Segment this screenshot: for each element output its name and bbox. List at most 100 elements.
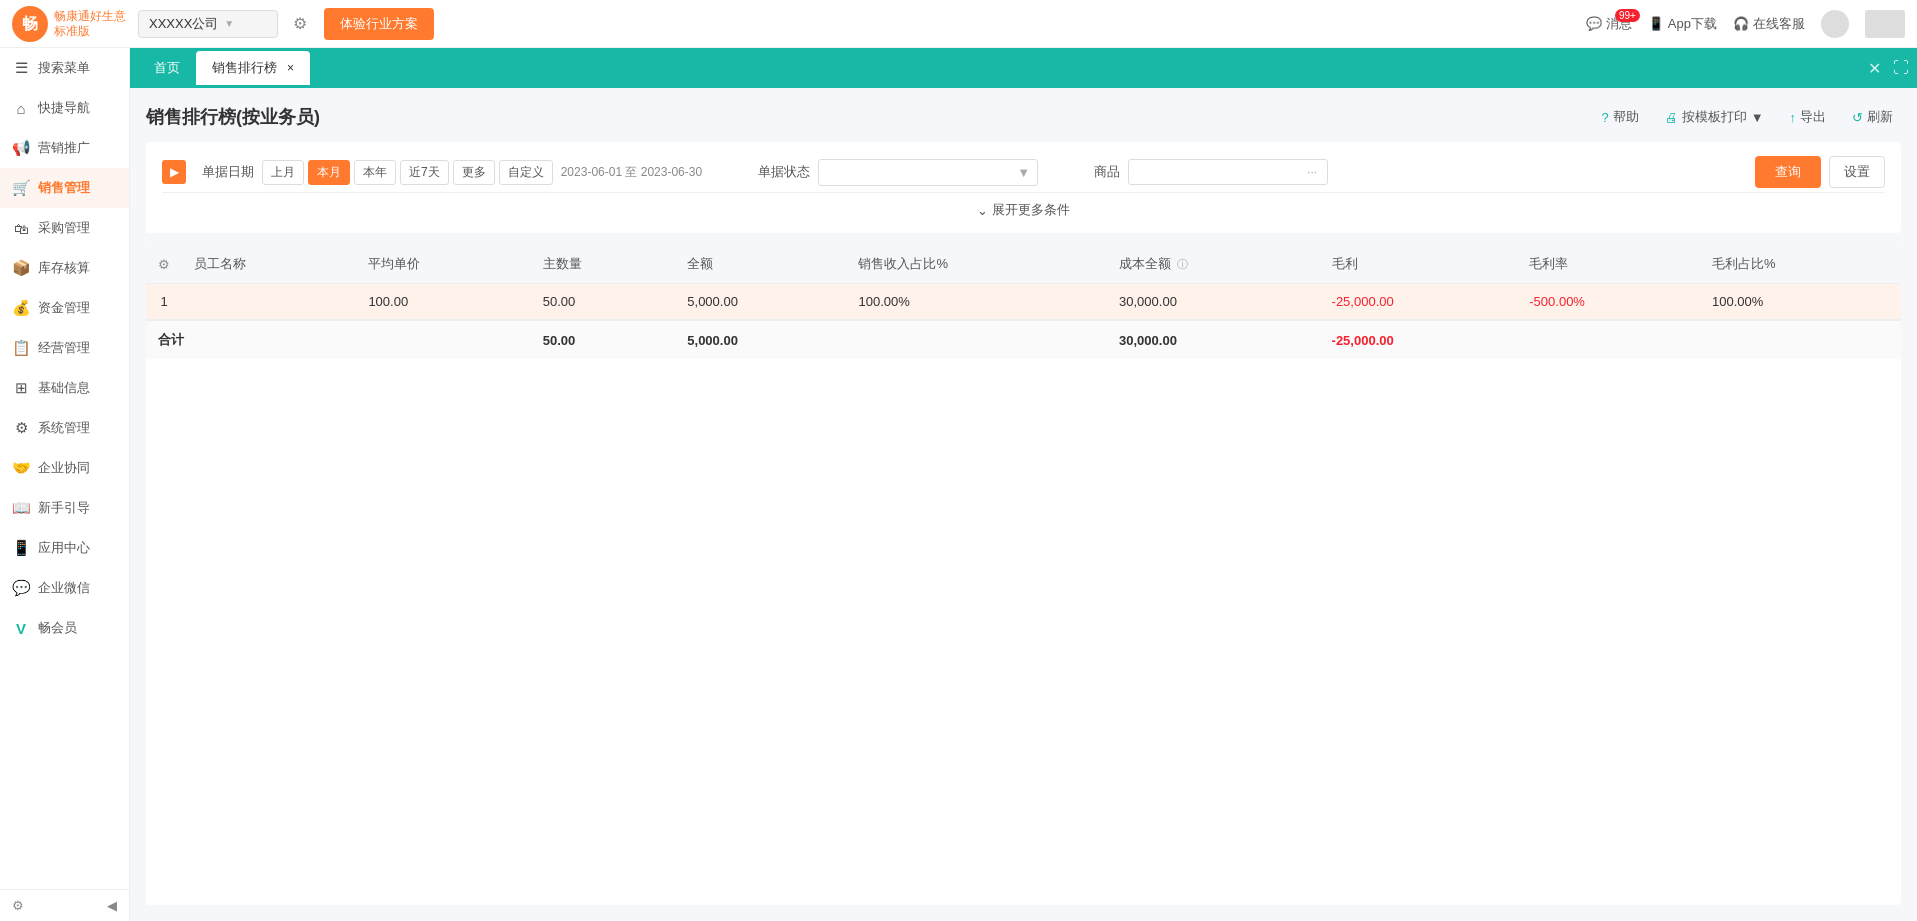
- cell-cost-amount: 30,000.00: [1107, 284, 1320, 321]
- cell-employee: [182, 284, 356, 321]
- sidebar-item-finance[interactable]: 💰 资金管理: [0, 288, 129, 328]
- sidebar-item-basic-info[interactable]: ⊞ 基础信息: [0, 368, 129, 408]
- tab-maximize-icon[interactable]: ⛶: [1893, 59, 1909, 77]
- date-buttons: 上月 本月 本年 近7天 更多 自定义: [262, 160, 553, 185]
- online-service-button[interactable]: 🎧 在线客服: [1733, 15, 1805, 33]
- goods-filter-label: 商品: [1094, 163, 1120, 181]
- sidebar-settings-icon[interactable]: ⚙: [12, 898, 24, 913]
- top-right-actions: 💬 消息 99+ 📱 App下载 🎧 在线客服: [1586, 10, 1905, 38]
- export-button[interactable]: ↑ 导出: [1782, 104, 1835, 130]
- headset-icon: 🎧: [1733, 16, 1749, 31]
- page-header-actions: ? 帮助 🖨 按模板打印 ▼ ↑ 导出 ↺: [1593, 104, 1901, 130]
- sidebar-item-sales[interactable]: 🛒 销售管理: [0, 168, 129, 208]
- sidebar-item-purchase[interactable]: 🛍 采购管理: [0, 208, 129, 248]
- user-name-area: [1865, 10, 1905, 38]
- message-button[interactable]: 💬 消息 99+: [1586, 15, 1632, 33]
- vip-icon: V: [12, 620, 30, 637]
- sidebar-collapse-icon[interactable]: ◀: [107, 898, 117, 913]
- tab-close-icon[interactable]: ×: [287, 61, 294, 75]
- sidebar-item-quicknav[interactable]: ⌂ 快捷导航: [0, 88, 129, 128]
- footer-amount: 5,000.00: [675, 320, 846, 359]
- sales-icon: 🛒: [12, 179, 30, 197]
- chevron-down-icon: ⌄: [977, 203, 988, 218]
- footer-gross-pct: [1700, 320, 1901, 359]
- expand-more-row[interactable]: ⌄ 展开更多条件: [162, 192, 1885, 219]
- page-body: 销售排行榜(按业务员) ? 帮助 🖨 按模板打印 ▼ ↑: [130, 88, 1917, 921]
- main-area: ☰ 搜索菜单 ⌂ 快捷导航 📢 营销推广 🛒 销售管理 🛍 采购管理 📦 库: [0, 48, 1917, 921]
- sidebar-item-vip[interactable]: V 畅会员: [0, 608, 129, 648]
- filter-status: 单据状态 ▼: [758, 159, 1038, 186]
- col-sales-pct: 销售收入占比%: [846, 245, 1107, 284]
- col-settings-icon[interactable]: ⚙: [146, 245, 182, 284]
- page-header: 销售排行榜(按业务员) ? 帮助 🖨 按模板打印 ▼ ↑: [146, 104, 1901, 130]
- inventory-icon: 📦: [12, 259, 30, 277]
- filter-row-1: ▶ 单据日期 上月 本月 本年 近7天 更多 自定义: [162, 156, 1885, 188]
- tab-close-window-icon[interactable]: ✕: [1868, 59, 1881, 78]
- table-footer-row: 合计 50.00 5,000.00 30,000.00 -25,000.00: [146, 320, 1901, 359]
- cost-info-icon[interactable]: ⓘ: [1177, 258, 1188, 270]
- sidebar-item-enterprise[interactable]: 🤝 企业协同: [0, 448, 129, 488]
- guide-icon: 📖: [12, 499, 30, 517]
- sidebar-item-inventory[interactable]: 📦 库存核算: [0, 248, 129, 288]
- operations-icon: 📋: [12, 339, 30, 357]
- cell-gross-pct: 100.00%: [1700, 284, 1901, 321]
- sidebar: ☰ 搜索菜单 ⌂ 快捷导航 📢 营销推广 🛒 销售管理 🛍 采购管理 📦 库: [0, 48, 130, 921]
- status-select[interactable]: [818, 159, 1038, 186]
- col-gross-pct: 毛利占比%: [1700, 245, 1901, 284]
- footer-label: 合计: [146, 320, 356, 359]
- wechat-icon: 💬: [12, 579, 30, 597]
- trial-button[interactable]: 体验行业方案: [324, 8, 434, 40]
- table-row: 1 100.00 50.00 5,000.00 100.00% 30,000.0…: [146, 284, 1901, 321]
- sidebar-item-wechat[interactable]: 💬 企业微信: [0, 568, 129, 608]
- date-btn-more[interactable]: 更多: [453, 160, 495, 185]
- system-icon: ⚙: [12, 419, 30, 437]
- date-btn-this-year[interactable]: 本年: [354, 160, 396, 185]
- date-btn-7days[interactable]: 近7天: [400, 160, 449, 185]
- date-btn-custom[interactable]: 自定义: [499, 160, 553, 185]
- sidebar-item-system[interactable]: ⚙ 系统管理: [0, 408, 129, 448]
- filter-date: 单据日期 上月 本月 本年 近7天 更多 自定义 2023-06-01 至 20…: [202, 160, 702, 185]
- export-icon: ↑: [1790, 110, 1797, 125]
- date-btn-this-month[interactable]: 本月: [308, 160, 350, 185]
- col-avg-price: 平均单价: [356, 245, 530, 284]
- filter-expand-arrow[interactable]: ▶: [162, 160, 186, 184]
- date-range-display: 2023-06-01 至 2023-06-30: [561, 164, 702, 181]
- table-header-row: ⚙ 员工名称 平均单价 主数量 全额 销售收入占比% 成本全额 ⓘ 毛利 毛利率…: [146, 245, 1901, 284]
- sidebar-bottom: ⚙ ◀: [0, 889, 129, 921]
- cell-avg-price: 100.00: [356, 284, 530, 321]
- top-bar: 畅 畅康通好生意 标准版 XXXXX公司 ▼ ⚙ 体验行业方案 💬 消息 99+…: [0, 0, 1917, 48]
- ellipsis-icon: ···: [1307, 165, 1317, 179]
- footer-cost-amount: 30,000.00: [1107, 320, 1320, 359]
- company-selector[interactable]: XXXXX公司 ▼: [138, 10, 278, 38]
- settings-icon[interactable]: ⚙: [286, 10, 314, 38]
- date-filter-label: 单据日期: [202, 163, 254, 181]
- footer-sales-pct: [846, 320, 1107, 359]
- footer-avg-price: [356, 320, 530, 359]
- refresh-icon: ↺: [1852, 110, 1863, 125]
- sidebar-item-search[interactable]: ☰ 搜索菜单: [0, 48, 129, 88]
- page-title: 销售排行榜(按业务员): [146, 105, 320, 129]
- date-btn-last-month[interactable]: 上月: [262, 160, 304, 185]
- print-dropdown-icon: ▼: [1751, 110, 1764, 125]
- settings-button[interactable]: 设置: [1829, 156, 1885, 188]
- tab-home[interactable]: 首页: [138, 51, 196, 85]
- sidebar-item-marketing[interactable]: 📢 营销推广: [0, 128, 129, 168]
- svg-text:畅: 畅: [22, 15, 38, 32]
- avatar[interactable]: [1821, 10, 1849, 38]
- print-button[interactable]: 🖨 按模板打印 ▼: [1657, 104, 1772, 130]
- col-cost-amount: 成本全额 ⓘ: [1107, 245, 1320, 284]
- sidebar-item-guide[interactable]: 📖 新手引导: [0, 488, 129, 528]
- query-button[interactable]: 查询: [1755, 156, 1821, 188]
- help-button[interactable]: ? 帮助: [1593, 104, 1646, 130]
- data-table-wrap: ⚙ 员工名称 平均单价 主数量 全额 销售收入占比% 成本全额 ⓘ 毛利 毛利率…: [146, 245, 1901, 905]
- sidebar-item-apps[interactable]: 📱 应用中心: [0, 528, 129, 568]
- sidebar-item-operations[interactable]: 📋 经营管理: [0, 328, 129, 368]
- app-download-icon: 📱: [1648, 16, 1664, 31]
- goods-input-field[interactable]: ···: [1128, 159, 1328, 185]
- refresh-button[interactable]: ↺ 刷新: [1844, 104, 1901, 130]
- app-download-button[interactable]: 📱 App下载: [1648, 15, 1717, 33]
- tab-sales-ranking[interactable]: 销售排行榜 ×: [196, 51, 310, 85]
- help-icon: ?: [1601, 110, 1608, 125]
- cell-gross-rate: -500.00%: [1517, 284, 1700, 321]
- tab-bar: 首页 销售排行榜 × ✕ ⛶: [130, 48, 1917, 88]
